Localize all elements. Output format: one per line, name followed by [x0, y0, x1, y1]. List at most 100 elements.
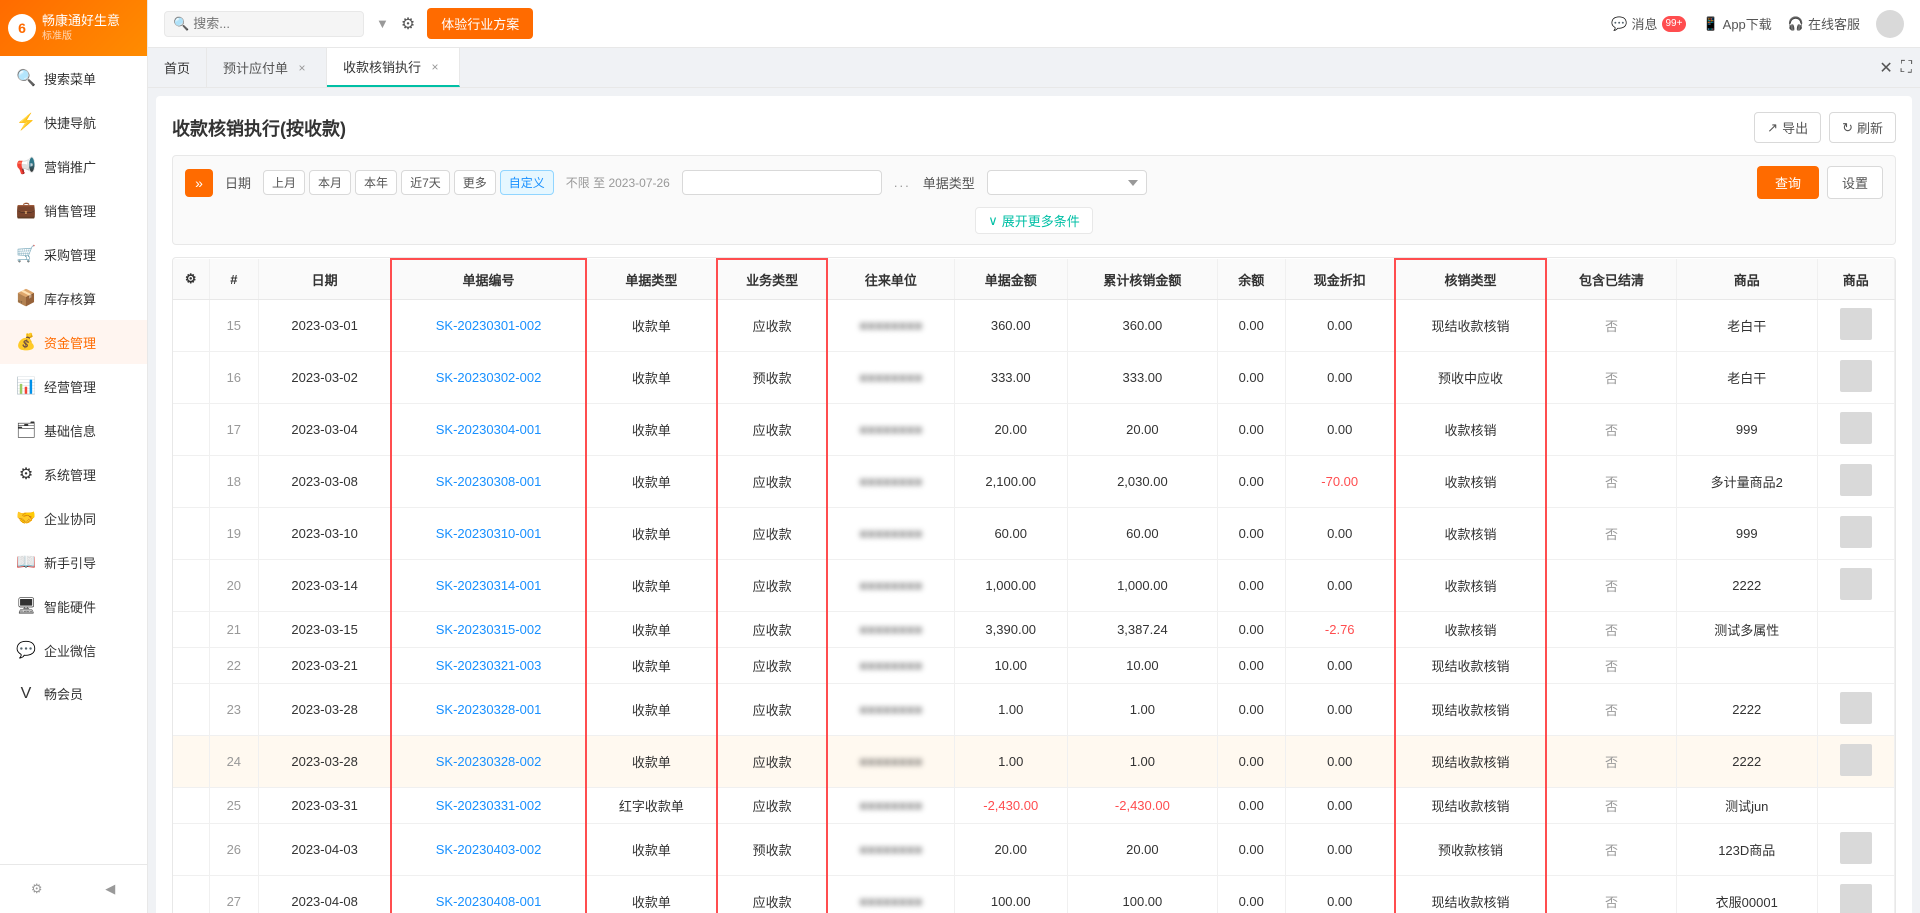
cell-doc_no[interactable]: SK-20230328-001: [391, 684, 586, 736]
cell-product_img: [1817, 648, 1894, 684]
cell-doc_no[interactable]: SK-20230314-001: [391, 560, 586, 612]
doc-type-select[interactable]: [987, 170, 1147, 195]
tab-close-prepay[interactable]: ×: [294, 60, 310, 76]
cell-doc_type: 收款单: [586, 560, 717, 612]
cell-settings: [173, 456, 209, 508]
doc-no-link[interactable]: SK-20230302-002: [436, 370, 542, 385]
filter-settings-btn[interactable]: 设置: [1827, 166, 1883, 199]
cell-discount: 0.00: [1285, 736, 1395, 788]
date-btn-近7天[interactable]: 近7天: [401, 170, 450, 195]
cell-doc_type: 收款单: [586, 648, 717, 684]
topbar-search-input[interactable]: [193, 16, 355, 31]
sidebar-item-inventory[interactable]: 📦库存核算: [0, 276, 147, 320]
app-download-btn[interactable]: 📱 App下载: [1702, 14, 1771, 33]
sidebar-item-member[interactable]: V畅会员: [0, 672, 147, 715]
online-service-btn[interactable]: 🎧 在线客服: [1788, 14, 1860, 33]
export-icon: ↗: [1767, 120, 1778, 136]
doc-no-link[interactable]: SK-20230301-002: [436, 318, 542, 333]
tab-close-collect[interactable]: ×: [427, 59, 443, 75]
cell-doc_type: 红字收款单: [586, 788, 717, 824]
cell-doc_no[interactable]: SK-20230301-002: [391, 300, 586, 352]
cell-include_settled: 否: [1546, 648, 1676, 684]
date-btn-更多[interactable]: 更多: [454, 170, 496, 195]
sidebar-item-marketing[interactable]: 📢营销推广: [0, 144, 147, 188]
cell-row_num: 24: [209, 736, 259, 788]
cell-doc_no[interactable]: SK-20230321-003: [391, 648, 586, 684]
cell-doc_no[interactable]: SK-20230308-001: [391, 456, 586, 508]
cell-doc_no[interactable]: SK-20230328-002: [391, 736, 586, 788]
cell-doc_no[interactable]: SK-20230408-001: [391, 876, 586, 913]
export-btn[interactable]: ↗ 导出: [1754, 112, 1821, 143]
sidebar-item-sales[interactable]: 💼销售管理: [0, 188, 147, 232]
sidebar-settings-btn[interactable]: ⚙: [21, 873, 53, 905]
cell-cancel_type: 收款核销: [1395, 560, 1546, 612]
cell-doc_no[interactable]: SK-20230331-002: [391, 788, 586, 824]
cell-product_img: [1817, 876, 1894, 913]
refresh-btn[interactable]: ↻ 刷新: [1829, 112, 1896, 143]
cell-accum_amount: 1.00: [1067, 684, 1217, 736]
doc-no-link[interactable]: SK-20230328-001: [436, 702, 542, 717]
sidebar-collapse-btn[interactable]: ◀: [94, 873, 126, 905]
sidebar-label-inventory: 库存核算: [44, 289, 96, 308]
cell-doc_no[interactable]: SK-20230403-002: [391, 824, 586, 876]
doc-no-link[interactable]: SK-20230403-002: [436, 842, 542, 857]
cell-cancel_type: 现结收款核销: [1395, 648, 1546, 684]
message-btn[interactable]: 💬 消息 99+: [1611, 14, 1686, 33]
doc-no-link[interactable]: SK-20230308-001: [436, 474, 542, 489]
cell-include_settled: 否: [1546, 404, 1676, 456]
user-avatar[interactable]: [1876, 10, 1904, 38]
cell-date: 2023-03-10: [259, 508, 391, 560]
date-btn-custom[interactable]: 自定义: [500, 170, 554, 195]
tab-prepay[interactable]: 预计应付单×: [207, 48, 327, 87]
doc-no-link[interactable]: SK-20230315-002: [436, 622, 542, 637]
sidebar-item-wechat[interactable]: 💬企业微信: [0, 628, 147, 672]
filter-toggle-btn[interactable]: »: [185, 169, 213, 197]
cell-amount: 3,390.00: [954, 612, 1067, 648]
sidebar-item-search[interactable]: 🔍搜索菜单: [0, 56, 147, 100]
sidebar-item-enterprise[interactable]: 🤝企业协同: [0, 496, 147, 540]
industry-btn[interactable]: 体验行业方案: [427, 8, 533, 39]
cell-include_settled: 否: [1546, 300, 1676, 352]
topbar-gear-btn[interactable]: ⚙: [401, 14, 415, 34]
cell-doc_no[interactable]: SK-20230304-001: [391, 404, 586, 456]
col-header-balance: 余额: [1217, 259, 1285, 300]
sidebar-item-system[interactable]: ⚙系统管理: [0, 452, 147, 496]
tab-home[interactable]: 首页: [148, 48, 207, 87]
doc-no-link[interactable]: SK-20230328-002: [436, 754, 542, 769]
cell-date: 2023-03-21: [259, 648, 391, 684]
sidebar-item-hardware[interactable]: 🖥智能硬件: [0, 584, 147, 628]
maximize-btn[interactable]: ⛶: [1901, 59, 1912, 77]
doc-no-link[interactable]: SK-20230314-001: [436, 578, 542, 593]
sidebar-item-purchase[interactable]: 🛒采购管理: [0, 232, 147, 276]
date-btn-本月[interactable]: 本月: [309, 170, 351, 195]
sidebar-item-shortcuts[interactable]: ⚡快捷导航: [0, 100, 147, 144]
doc-no-link[interactable]: SK-20230408-001: [436, 894, 542, 909]
topbar-dropdown-icon[interactable]: ▼: [376, 16, 389, 31]
cell-discount: -2.76: [1285, 612, 1395, 648]
table-row: 202023-03-14SK-20230314-001收款单应收款■■■■■■■…: [173, 560, 1895, 612]
cell-doc_no[interactable]: SK-20230315-002: [391, 612, 586, 648]
cell-doc_no[interactable]: SK-20230302-002: [391, 352, 586, 404]
sidebar-item-business[interactable]: 📊经营管理: [0, 364, 147, 408]
sidebar-item-guide[interactable]: 📖新手引导: [0, 540, 147, 584]
close-tab-btn[interactable]: ✕: [1879, 58, 1892, 78]
query-btn[interactable]: 查询: [1757, 166, 1819, 199]
expand-btn[interactable]: ∨ 展开更多条件: [975, 207, 1093, 234]
cell-biz_type: 应收款: [717, 300, 827, 352]
sidebar-item-basic[interactable]: 🗂基础信息: [0, 408, 147, 452]
partner-input[interactable]: [682, 170, 882, 195]
doc-no-link[interactable]: SK-20230321-003: [436, 658, 542, 673]
topbar-search-wrap[interactable]: 🔍: [164, 11, 364, 37]
cell-accum_amount: 1.00: [1067, 736, 1217, 788]
doc-no-link[interactable]: SK-20230304-001: [436, 422, 542, 437]
date-btn-上月[interactable]: 上月: [263, 170, 305, 195]
cell-include_settled: 否: [1546, 736, 1676, 788]
tab-collect[interactable]: 收款核销执行×: [327, 48, 460, 87]
cell-discount: 0.00: [1285, 824, 1395, 876]
sidebar-item-finance[interactable]: 💰资金管理: [0, 320, 147, 364]
doc-no-link[interactable]: SK-20230331-002: [436, 798, 542, 813]
cell-doc_no[interactable]: SK-20230310-001: [391, 508, 586, 560]
date-btn-本年[interactable]: 本年: [355, 170, 397, 195]
cell-settings: [173, 648, 209, 684]
doc-no-link[interactable]: SK-20230310-001: [436, 526, 542, 541]
